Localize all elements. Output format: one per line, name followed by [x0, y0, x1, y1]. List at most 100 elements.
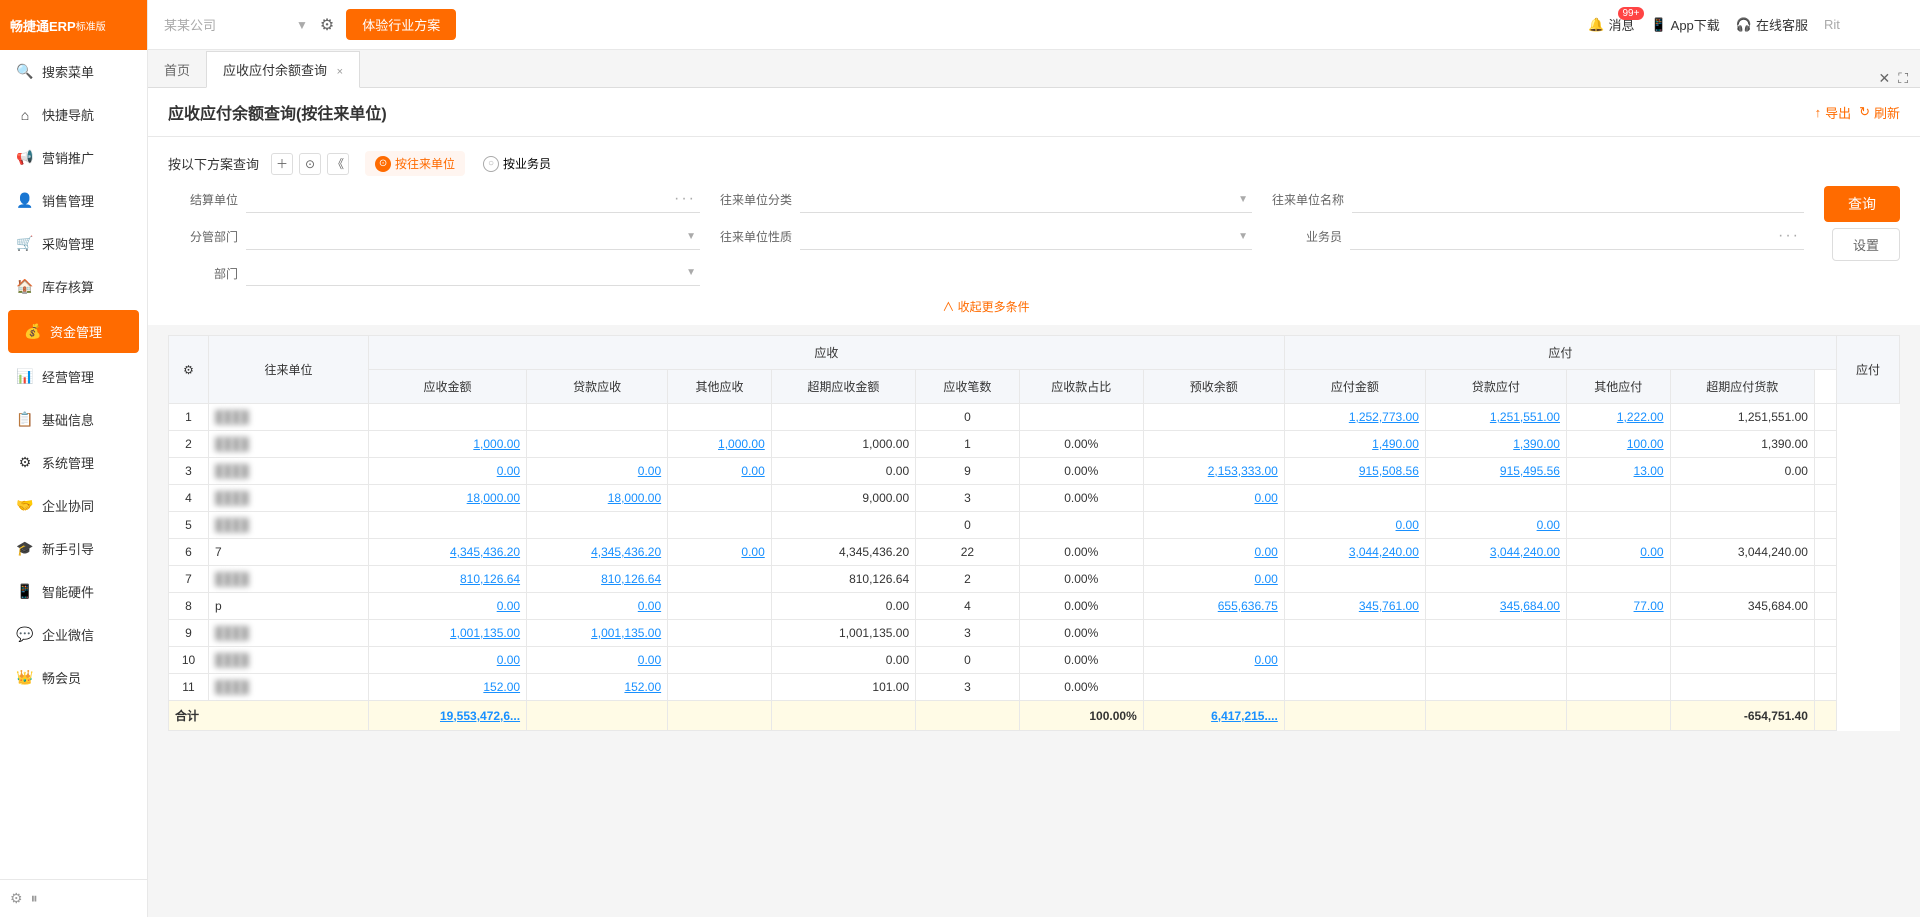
recv-amount[interactable]: 0.00: [369, 458, 527, 485]
loan-recv[interactable]: 0.00: [527, 458, 668, 485]
partner-nature-input[interactable]: ▼: [800, 224, 1252, 250]
settlement-unit-input[interactable]: ···: [246, 186, 700, 213]
settings-icon[interactable]: ⚙: [10, 890, 23, 907]
prepaid[interactable]: 2,153,333.00: [1143, 458, 1284, 485]
other-recv[interactable]: 1,000.00: [668, 431, 772, 458]
edit-scheme-button[interactable]: ⊙: [299, 153, 321, 175]
row-no: 11: [169, 674, 209, 701]
scheme-by-employee[interactable]: ○ 按业务员: [473, 151, 561, 176]
add-scheme-button[interactable]: ＋: [271, 153, 293, 175]
prepaid[interactable]: 0.00: [1143, 539, 1284, 566]
recv-amount[interactable]: 0.00: [369, 647, 527, 674]
partner-category-input[interactable]: ▼: [800, 187, 1252, 213]
loan-pay-header: 贷款应付: [1425, 370, 1566, 404]
dept-label: 部门: [168, 265, 238, 282]
pay-amount: [1284, 566, 1425, 593]
pay-amount[interactable]: 3,044,240.00: [1284, 539, 1425, 566]
notify-button[interactable]: 🔔 消息 99+: [1588, 15, 1634, 34]
expand-icon[interactable]: ⛶: [1898, 70, 1908, 87]
prepaid[interactable]: 655,636.75: [1143, 593, 1284, 620]
collapse-icon[interactable]: ⏸: [31, 890, 38, 907]
scheme-by-partner[interactable]: ⊙ 按往来单位: [365, 151, 465, 176]
pay-amount[interactable]: 1,252,773.00: [1284, 404, 1425, 431]
pay-amount[interactable]: 1,490.00: [1284, 431, 1425, 458]
loan-recv[interactable]: 810,126.64: [527, 566, 668, 593]
settings-gear-icon[interactable]: ⚙: [320, 15, 334, 35]
sidebar-item-operations[interactable]: 📊 经营管理: [0, 355, 147, 398]
sidebar-item-corp-coop[interactable]: 🤝 企业协同: [0, 484, 147, 527]
other-recv[interactable]: 0.00: [668, 539, 772, 566]
company-dropdown-icon[interactable]: ▼: [296, 18, 308, 32]
loan-recv[interactable]: 4,345,436.20: [527, 539, 668, 566]
sidebar-item-purchase[interactable]: 🛒 采购管理: [0, 222, 147, 265]
export-button[interactable]: ↑ 导出: [1815, 103, 1852, 122]
loan-recv[interactable]: 0.00: [527, 593, 668, 620]
tab-close-icon[interactable]: ×: [337, 66, 343, 78]
partner-name-input[interactable]: [1352, 187, 1804, 213]
partner-name: p: [209, 593, 369, 620]
recv-amount[interactable]: 152.00: [369, 674, 527, 701]
recv-amount[interactable]: 4,345,436.20: [369, 539, 527, 566]
user-name[interactable]: Rit: [1824, 17, 1904, 32]
loan-pay[interactable]: 345,684.00: [1425, 593, 1566, 620]
dept-manager-input[interactable]: ▼: [246, 224, 700, 250]
partner-name: ████: [209, 512, 369, 539]
collapse-scheme-button[interactable]: 《: [327, 153, 349, 175]
sidebar-item-sales[interactable]: 👤 销售管理: [0, 179, 147, 222]
sidebar-item-system[interactable]: ⚙ 系统管理: [0, 441, 147, 484]
pay-amount[interactable]: 915,508.56: [1284, 458, 1425, 485]
sidebar-item-corp-wechat[interactable]: 💬 企业微信: [0, 613, 147, 656]
other-pay[interactable]: 13.00: [1566, 458, 1670, 485]
loan-pay[interactable]: 0.00: [1425, 512, 1566, 539]
recv-ratio: 0.00%: [1019, 674, 1143, 701]
loan-pay[interactable]: 3,044,240.00: [1425, 539, 1566, 566]
sidebar-item-smart-hw[interactable]: 📱 智能硬件: [0, 570, 147, 613]
loan-recv[interactable]: 0.00: [527, 647, 668, 674]
tab-home[interactable]: 首页: [148, 52, 206, 87]
set-button[interactable]: 设置: [1832, 228, 1900, 261]
salesperson-input[interactable]: ···: [1350, 223, 1804, 250]
online-service-button[interactable]: 🎧 在线客服: [1736, 15, 1808, 34]
dept-input[interactable]: ▼: [246, 260, 700, 286]
loan-recv[interactable]: 1,001,135.00: [527, 620, 668, 647]
other-pay[interactable]: 100.00: [1566, 431, 1670, 458]
sidebar-item-quick-nav[interactable]: ⌂ 快捷导航: [0, 93, 147, 136]
recv-amount[interactable]: 1,000.00: [369, 431, 527, 458]
loan-recv[interactable]: 18,000.00: [527, 485, 668, 512]
settings-col-header[interactable]: ⚙: [169, 336, 209, 404]
query-button[interactable]: 查询: [1824, 186, 1900, 222]
prepaid[interactable]: 0.00: [1143, 647, 1284, 674]
loan-pay[interactable]: 1,251,551.00: [1425, 404, 1566, 431]
sidebar-item-basic-info[interactable]: 📋 基础信息: [0, 398, 147, 441]
sidebar-item-marketing[interactable]: 📢 营销推广: [0, 136, 147, 179]
recv-amount[interactable]: 1,001,135.00: [369, 620, 527, 647]
collapse-more-btn[interactable]: ∧ 收起更多条件: [168, 294, 1804, 319]
recv-amount[interactable]: 18,000.00: [369, 485, 527, 512]
recv-amount[interactable]: 0.00: [369, 593, 527, 620]
other-pay[interactable]: 1,222.00: [1566, 404, 1670, 431]
solution-button[interactable]: 体验行业方案: [346, 9, 456, 40]
sidebar-item-warehouse[interactable]: 🏠 库存核算: [0, 265, 147, 308]
sidebar-item-newbie[interactable]: 🎓 新手引导: [0, 527, 147, 570]
other-pay[interactable]: 77.00: [1566, 593, 1670, 620]
recv-amount[interactable]: 810,126.64: [369, 566, 527, 593]
prepaid[interactable]: 0.00: [1143, 485, 1284, 512]
close-window-icon[interactable]: ✕: [1878, 70, 1890, 87]
pay-amount[interactable]: 345,761.00: [1284, 593, 1425, 620]
prepaid[interactable]: 0.00: [1143, 566, 1284, 593]
loan-pay[interactable]: 915,495.56: [1425, 458, 1566, 485]
tab-receivable[interactable]: 应收应付余额查询 ×: [206, 51, 360, 88]
app-download-button[interactable]: 📱 App下载: [1650, 15, 1719, 34]
loan-recv[interactable]: 152.00: [527, 674, 668, 701]
pay-amount[interactable]: 0.00: [1284, 512, 1425, 539]
sidebar-item-member[interactable]: 👑 畅会员: [0, 656, 147, 699]
other-pay[interactable]: 0.00: [1566, 539, 1670, 566]
overdue-recv: 0.00: [771, 458, 915, 485]
recv-count: 4: [916, 593, 1020, 620]
pay-cont: [1814, 620, 1836, 647]
sidebar-item-finance[interactable]: 💰 资金管理: [8, 310, 139, 353]
other-recv[interactable]: 0.00: [668, 458, 772, 485]
loan-pay[interactable]: 1,390.00: [1425, 431, 1566, 458]
refresh-button[interactable]: ↻ 刷新: [1859, 103, 1900, 122]
sidebar-item-search-menu[interactable]: 🔍 搜索菜单: [0, 50, 147, 93]
